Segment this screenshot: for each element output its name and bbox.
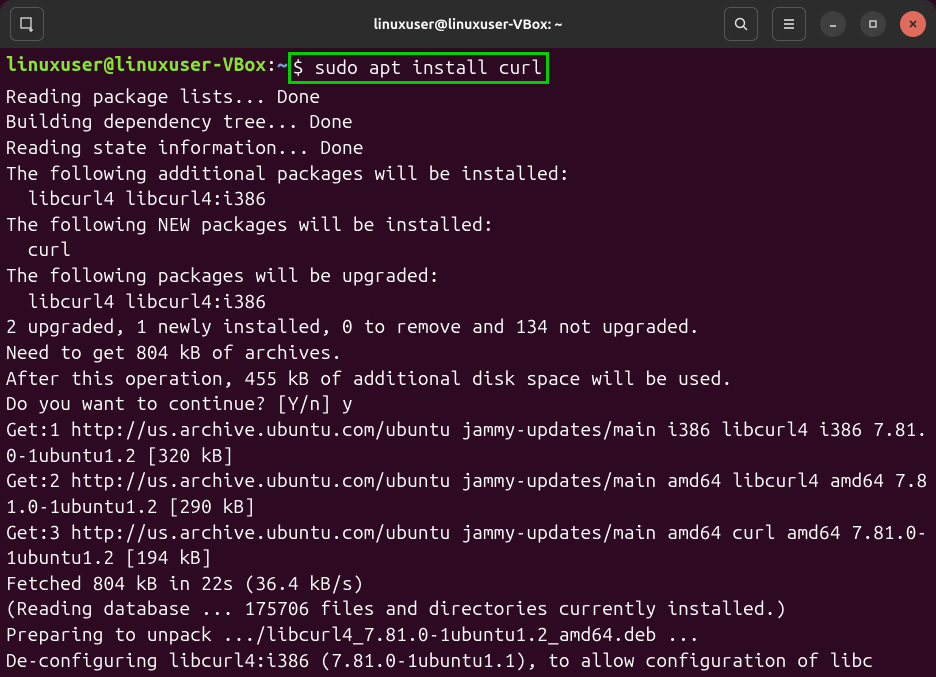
output-line: 2 upgraded, 1 newly installed, 0 to remo… <box>6 314 930 340</box>
output-line: Preparing to unpack .../libcurl4_7.81.0-… <box>6 622 930 648</box>
output-line: Get:1 http://us.archive.ubuntu.com/ubunt… <box>6 417 930 468</box>
command-text: sudo apt install curl <box>315 56 543 78</box>
output-line: Fetched 804 kB in 22s (36.4 kB/s) <box>6 571 930 597</box>
output-line: Get:3 http://us.archive.ubuntu.com/ubunt… <box>6 520 930 571</box>
output-line: libcurl4 libcurl4:i386 <box>6 186 930 212</box>
close-button[interactable] <box>900 11 926 37</box>
prompt-line: linuxuser@linuxuser-VBox:~$ sudo apt ins… <box>6 52 930 84</box>
command-highlight: $ sudo apt install curl <box>288 52 549 84</box>
new-tab-button[interactable] <box>10 7 44 41</box>
output-line: (Reading database ... 175706 files and d… <box>6 596 930 622</box>
window-titlebar: linuxuser@linuxuser-VBox: ~ <box>0 0 936 48</box>
output-line: The following additional packages will b… <box>6 161 930 187</box>
output-line: libcurl4 libcurl4:i386 <box>6 289 930 315</box>
maximize-button[interactable] <box>860 11 886 37</box>
hamburger-icon <box>781 16 797 32</box>
prompt-user-host: linuxuser@linuxuser-VBox <box>6 52 266 84</box>
minimize-icon <box>828 19 838 29</box>
output-line: curl <box>6 237 930 263</box>
menu-button[interactable] <box>772 7 806 41</box>
new-tab-icon <box>19 16 35 32</box>
minimize-button[interactable] <box>820 11 846 37</box>
output-line: Reading state information... Done <box>6 135 930 161</box>
terminal-body[interactable]: linuxuser@linuxuser-VBox:~$ sudo apt ins… <box>0 48 936 677</box>
output-line: After this operation, 455 kB of addition… <box>6 366 930 392</box>
output-line: The following packages will be upgraded: <box>6 263 930 289</box>
output-line: Get:2 http://us.archive.ubuntu.com/ubunt… <box>6 468 930 519</box>
search-button[interactable] <box>724 7 758 41</box>
search-icon <box>733 16 749 32</box>
titlebar-left <box>10 7 44 41</box>
output-line: Reading package lists... Done <box>6 84 930 110</box>
titlebar-right <box>724 7 926 41</box>
window-title: linuxuser@linuxuser-VBox: ~ <box>374 16 563 32</box>
output-line: Do you want to continue? [Y/n] y <box>6 391 930 417</box>
maximize-icon <box>868 19 878 29</box>
prompt-colon: : <box>266 52 277 84</box>
output-line: De-configuring libcurl4:i386 (7.81.0-1ub… <box>6 648 930 674</box>
prompt-path: ~ <box>277 52 288 84</box>
output-line: Need to get 804 kB of archives. <box>6 340 930 366</box>
output-line: Building dependency tree... Done <box>6 109 930 135</box>
output-line: The following NEW packages will be insta… <box>6 212 930 238</box>
prompt-dollar: $ <box>293 56 315 78</box>
close-icon <box>908 19 918 29</box>
